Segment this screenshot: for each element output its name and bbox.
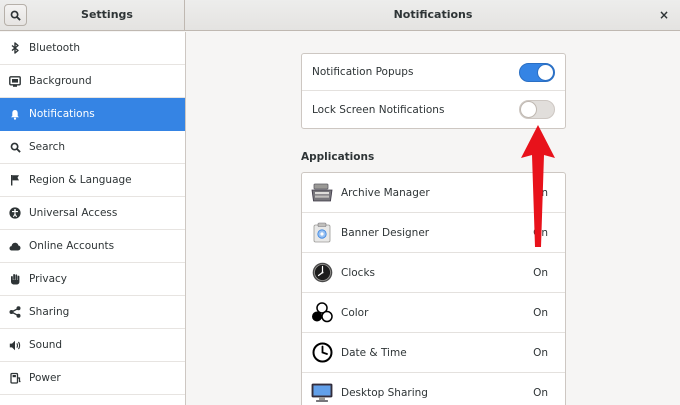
- sidebar-item-label: Power: [29, 372, 61, 384]
- flag-icon: [9, 174, 21, 186]
- header-bar: Settings Notifications ×: [0, 0, 680, 31]
- lock-screen-notifications-label: Lock Screen Notifications: [312, 103, 445, 116]
- app-row-clocks[interactable]: Clocks On: [302, 253, 565, 293]
- toggles-card: Notification Popups Lock Screen Notifica…: [301, 53, 566, 129]
- banner-designer-icon: [311, 222, 333, 244]
- sidebar-item-bluetooth[interactable]: Bluetooth: [0, 32, 185, 65]
- speaker-icon: [9, 339, 21, 351]
- app-row-desktop-sharing[interactable]: Desktop Sharing On: [302, 373, 565, 405]
- sidebar-item-search[interactable]: Search: [0, 131, 185, 164]
- power-icon: [9, 372, 21, 384]
- app-title: Settings: [81, 8, 133, 21]
- accessibility-icon: [9, 207, 21, 219]
- archive-manager-icon: [311, 182, 333, 204]
- sidebar-item-label: Bluetooth: [29, 42, 80, 54]
- sidebar: Bluetooth Background Notifications Searc…: [0, 32, 186, 405]
- clocks-icon: [311, 262, 333, 284]
- sidebar-item-region-language[interactable]: Region & Language: [0, 164, 185, 197]
- app-row-color[interactable]: Color On: [302, 293, 565, 333]
- sidebar-item-label: Search: [29, 141, 66, 153]
- sidebar-item-privacy[interactable]: Privacy: [0, 263, 185, 296]
- app-name: Archive Manager: [341, 186, 430, 199]
- share-icon: [9, 306, 21, 318]
- sidebar-item-background[interactable]: Background: [0, 65, 185, 98]
- color-icon: [311, 302, 333, 324]
- annotation-arrow: [521, 125, 555, 247]
- sidebar-item-notifications[interactable]: Notifications: [0, 98, 185, 131]
- sidebar-item-label: Background: [29, 75, 92, 87]
- sidebar-item-online-accounts[interactable]: Online Accounts: [0, 230, 185, 263]
- app-row-date-time[interactable]: Date & Time On: [302, 333, 565, 373]
- background-icon: [9, 75, 21, 87]
- sidebar-item-label: Region & Language: [29, 174, 132, 186]
- app-name: Color: [341, 306, 369, 319]
- notification-popups-row[interactable]: Notification Popups: [302, 54, 565, 91]
- close-button[interactable]: ×: [657, 8, 671, 22]
- app-name: Banner Designer: [341, 226, 430, 239]
- app-name: Clocks: [341, 266, 375, 279]
- sidebar-item-sound[interactable]: Sound: [0, 329, 185, 362]
- sidebar-item-sharing[interactable]: Sharing: [0, 296, 185, 329]
- switch-knob: [520, 101, 537, 118]
- sidebar-item-label: Notifications: [29, 108, 95, 120]
- hand-icon: [9, 273, 21, 285]
- sidebar-item-label: Online Accounts: [29, 240, 115, 252]
- bell-icon: [9, 108, 21, 120]
- sidebar-item-universal-access[interactable]: Universal Access: [0, 197, 185, 230]
- sidebar-item-power[interactable]: Power: [0, 362, 185, 395]
- app-status: On: [533, 386, 548, 399]
- date-time-icon: [311, 342, 333, 364]
- notification-popups-label: Notification Popups: [312, 66, 414, 78]
- notification-popups-switch[interactable]: [519, 63, 555, 82]
- sidebar-item-label: Universal Access: [29, 207, 118, 219]
- applications-heading: Applications: [301, 151, 375, 163]
- app-name: Date & Time: [341, 346, 407, 359]
- switch-knob: [537, 64, 554, 81]
- app-status: On: [533, 306, 548, 319]
- search-icon: [9, 141, 21, 153]
- sidebar-item-label: Sound: [29, 339, 63, 351]
- lock-screen-notifications-switch[interactable]: [519, 100, 555, 119]
- desktop-sharing-icon: [311, 382, 333, 404]
- app-status: On: [533, 266, 548, 279]
- bluetooth-icon: [9, 42, 21, 54]
- sidebar-item-label: Sharing: [29, 306, 70, 318]
- cloud-icon: [9, 240, 21, 252]
- page-title: Notifications: [393, 8, 473, 21]
- app-status: On: [533, 346, 548, 359]
- app-name: Desktop Sharing: [341, 386, 428, 399]
- sidebar-header: Settings: [0, 0, 185, 31]
- search-icon: [10, 10, 21, 21]
- search-button[interactable]: [4, 4, 27, 26]
- notifications-panel: Notification Popups Lock Screen Notifica…: [186, 32, 680, 405]
- lock-screen-notifications-row[interactable]: Lock Screen Notifications: [302, 91, 565, 128]
- sidebar-item-label: Privacy: [29, 273, 68, 285]
- close-icon: ×: [658, 8, 670, 22]
